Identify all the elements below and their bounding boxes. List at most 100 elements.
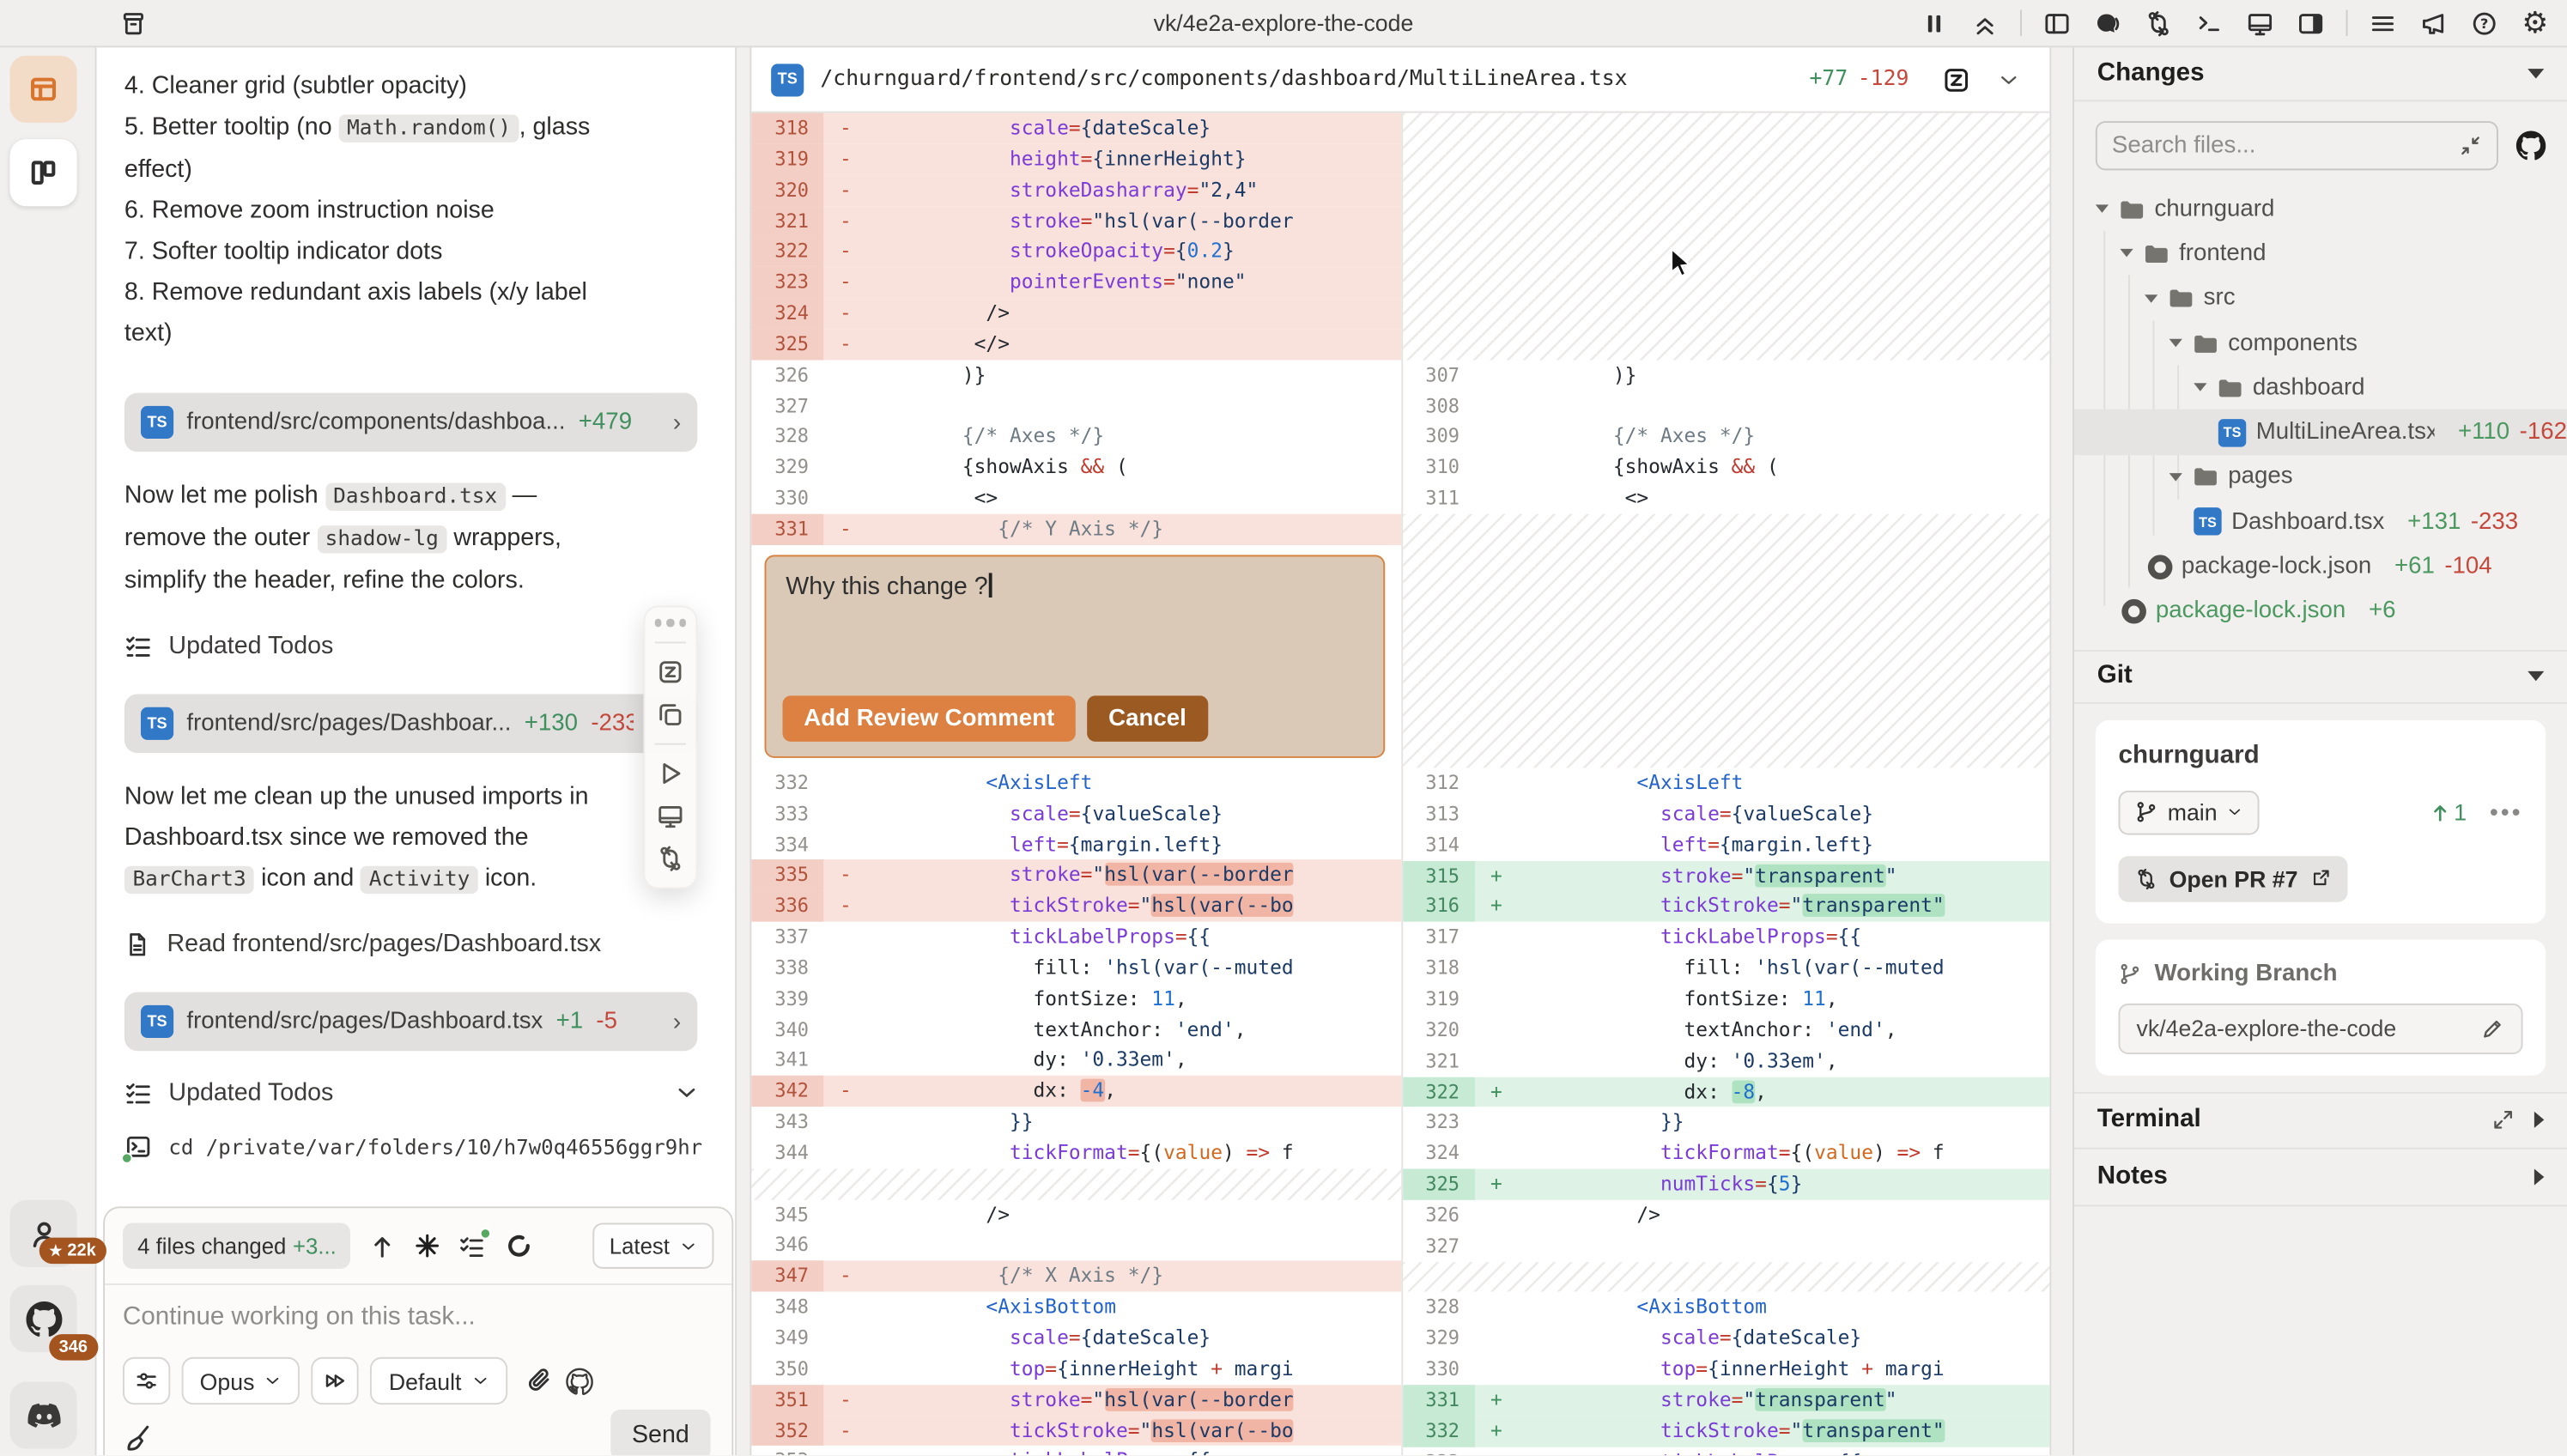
diff-row[interactable]: 326 /> <box>1402 1200 2049 1231</box>
diff-view-icon[interactable] <box>1942 64 1971 94</box>
diff-row[interactable]: 332 <AxisLeft <box>751 767 1400 798</box>
terminal-command-row[interactable]: cd /private/var/folders/10/h7w0q46556ggr… <box>124 1133 702 1161</box>
line-number[interactable]: 309 <box>1402 422 1474 452</box>
diff-row[interactable]: 327 <box>1402 1230 2049 1261</box>
diff-row[interactable]: 325+ numTicks={5} <box>1402 1169 2049 1200</box>
monitor-icon[interactable] <box>2244 8 2275 39</box>
diff-row[interactable]: 329 {showAxis && ( <box>751 452 1400 483</box>
diff-row[interactable]: 307 )} <box>1402 360 2049 391</box>
diff-row[interactable]: 348 <AxisBottom <box>751 1292 1400 1323</box>
line-number[interactable]: 323 <box>1402 1107 1474 1138</box>
line-number[interactable]: 345 <box>751 1199 823 1230</box>
caret-down-icon[interactable] <box>2170 339 2182 348</box>
diff-row[interactable]: 331- {/* Y Axis */} <box>751 514 1400 545</box>
line-number[interactable]: 353 <box>751 1446 823 1455</box>
gear-icon[interactable]: ⚙ <box>2520 8 2551 39</box>
diff-row[interactable]: 335- stroke="hsl(var(--border <box>751 860 1400 891</box>
megaphone-icon[interactable] <box>2418 8 2449 39</box>
help-icon[interactable]: ? <box>2469 8 2500 39</box>
diff-row[interactable]: 308 <box>1402 391 2049 422</box>
files-changed-chip[interactable]: 4 files changed +3... <box>123 1222 351 1268</box>
version-select[interactable]: Latest <box>593 1222 714 1268</box>
line-number[interactable]: 310 <box>1402 452 1474 483</box>
diff-row[interactable]: 353 tickLabelProps={{ <box>751 1446 1400 1455</box>
line-number[interactable]: 315 <box>1402 860 1474 891</box>
tree-item-package-lock-json[interactable]: package-lock.json+61-104 <box>2074 544 2567 589</box>
review-comment-box[interactable]: Why this change ?Add Review CommentCance… <box>765 555 1385 757</box>
chevron-down-icon[interactable] <box>675 1081 700 1106</box>
changes-section-header[interactable]: Changes <box>2074 47 2567 101</box>
line-number[interactable]: 336 <box>751 891 823 922</box>
line-number[interactable]: 321 <box>1402 1046 1474 1077</box>
file-chip[interactable]: TS frontend/src/pages/Dashboar... +130 -… <box>124 695 697 754</box>
diff-row[interactable]: 334 left={margin.left} <box>751 829 1400 860</box>
github-agent-icon[interactable] <box>565 1366 594 1395</box>
line-number[interactable]: 322 <box>751 236 823 267</box>
menu-icon[interactable] <box>2367 8 2398 39</box>
copy-icon[interactable] <box>657 700 684 727</box>
line-number[interactable]: 317 <box>1402 922 1474 953</box>
git-section-header[interactable]: Git <box>2074 650 2567 704</box>
file-chip[interactable]: TS frontend/src/pages/Dashboard.tsx +1 -… <box>124 992 697 1052</box>
line-number[interactable]: 312 <box>1402 767 1474 798</box>
diff-row[interactable]: 349 scale={dateScale} <box>751 1323 1400 1354</box>
diff-row[interactable]: 318- scale={dateScale} <box>751 113 1400 144</box>
line-number[interactable]: 326 <box>751 360 823 391</box>
search-collapse-icon[interactable] <box>2459 134 2482 157</box>
line-number[interactable]: 318 <box>751 113 823 144</box>
line-number[interactable]: 348 <box>751 1292 823 1323</box>
archive-icon[interactable] <box>118 8 149 39</box>
git-compare-icon[interactable] <box>2143 8 2174 39</box>
message-input[interactable]: Continue working on this task... <box>123 1303 713 1332</box>
tree-item-dashboard-tsx[interactable]: TSDashboard.tsx+131-233 <box>2074 500 2567 544</box>
diff-view-icon[interactable] <box>657 658 684 685</box>
line-number[interactable]: 311 <box>1402 483 1474 514</box>
collapse-up-icon[interactable] <box>1969 8 2000 39</box>
caret-down-icon[interactable] <box>2120 250 2133 258</box>
diff-row[interactable]: 341 dy: '0.33em', <box>751 1045 1400 1076</box>
line-number[interactable]: 319 <box>751 144 823 175</box>
caret-down-icon[interactable] <box>2170 473 2182 482</box>
line-number[interactable]: 316 <box>1402 891 1474 922</box>
line-number[interactable]: 323 <box>751 267 823 298</box>
diff-row[interactable]: 347- {/* X Axis */} <box>751 1261 1400 1292</box>
diff-row[interactable]: 310 {showAxis && ( <box>1402 452 2049 483</box>
line-number[interactable]: 341 <box>751 1045 823 1076</box>
tree-item-churnguard[interactable]: churnguard <box>2074 186 2567 231</box>
diff-row[interactable]: 336- tickStroke="hsl(var(--bo <box>751 891 1400 922</box>
paperclip-icon[interactable] <box>525 1367 553 1394</box>
terminal-icon[interactable] <box>2194 8 2224 39</box>
cancel-button[interactable]: Cancel <box>1087 695 1207 741</box>
diff-row[interactable]: 321- stroke="hsl(var(--border <box>751 205 1400 236</box>
diff-row[interactable]: 342- dx: -4, <box>751 1076 1400 1107</box>
pause-icon[interactable] <box>1919 8 1950 39</box>
line-number[interactable]: 346 <box>751 1230 823 1261</box>
line-number[interactable]: 343 <box>751 1107 823 1138</box>
line-number[interactable]: 338 <box>751 953 823 984</box>
diff-row[interactable]: 316+ tickStroke="transparent" <box>1402 891 2049 922</box>
line-number[interactable]: 331 <box>751 514 823 545</box>
line-number[interactable]: 313 <box>1402 798 1474 829</box>
tree-item-package-lock-json[interactable]: package-lock.json+6 <box>2074 589 2567 634</box>
line-number[interactable]: 349 <box>751 1323 823 1354</box>
panel-right-icon[interactable] <box>2295 8 2326 39</box>
chat-bubble-icon[interactable] <box>2092 8 2123 39</box>
diff-row[interactable]: 343 }} <box>751 1107 1400 1138</box>
line-number[interactable]: 320 <box>751 174 823 205</box>
kanban-tab-button[interactable] <box>9 139 76 206</box>
line-number[interactable]: 321 <box>751 205 823 236</box>
line-number[interactable]: 325 <box>751 329 823 360</box>
diff-row[interactable]: 322- strokeOpacity={0.2} <box>751 236 1400 267</box>
diff-row[interactable]: 340 textAnchor: 'end', <box>751 1014 1400 1045</box>
diff-row[interactable]: 311 <> <box>1402 483 2049 514</box>
read-file-row[interactable]: Read frontend/src/pages/Dashboard.tsx <box>124 930 702 957</box>
drag-handle[interactable] <box>654 619 686 627</box>
diff-row[interactable]: 332+ tickStroke="transparent" <box>1402 1416 2049 1447</box>
diff-row[interactable]: 320- strokeDasharray="2,4" <box>751 174 1400 205</box>
up-arrow-icon[interactable] <box>369 1232 397 1259</box>
line-number[interactable]: 332 <box>1402 1416 1474 1447</box>
chevron-down-icon[interactable] <box>1997 68 2020 91</box>
diff-row[interactable]: 319 fontSize: 11, <box>1402 984 2049 1015</box>
line-number[interactable]: 318 <box>1402 953 1474 984</box>
line-number[interactable]: 331 <box>1402 1385 1474 1416</box>
